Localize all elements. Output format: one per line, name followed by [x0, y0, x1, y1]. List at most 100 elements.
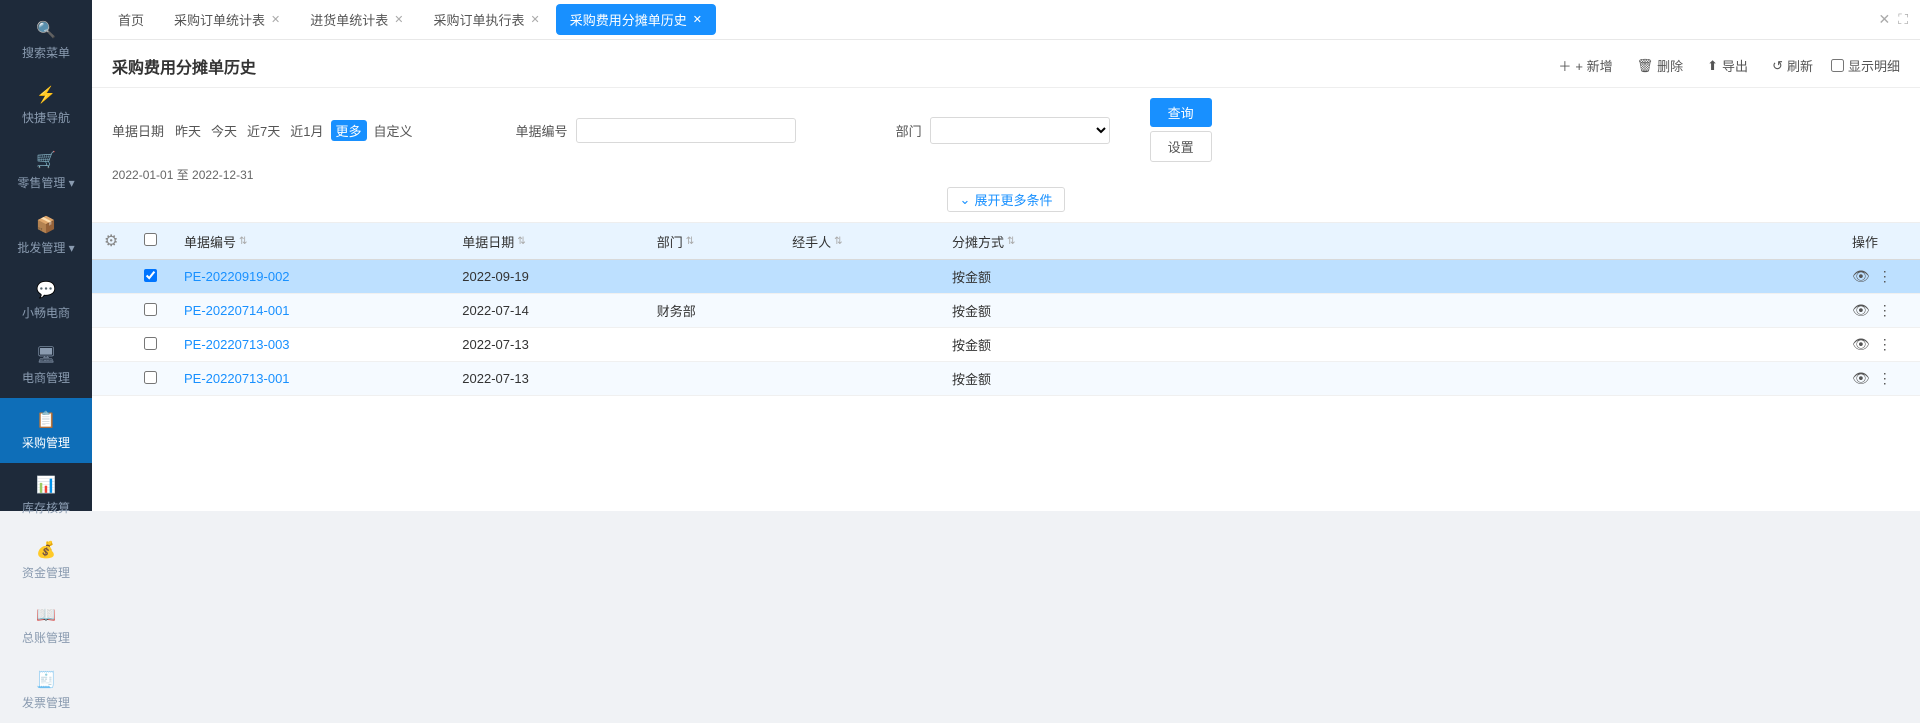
setting-button[interactable]: 设置 [1150, 131, 1212, 162]
dept-select[interactable] [930, 117, 1110, 144]
cell-checkbox-2[interactable] [132, 328, 172, 362]
shortcut-today[interactable]: 今天 [208, 120, 240, 141]
cell-setting-3 [92, 362, 132, 396]
doc-date-sort-icon: ⇅ [517, 236, 525, 247]
date-range-display: 2022-01-01 至 2022-12-31 [112, 166, 1900, 183]
more-op-icon-3[interactable]: ⋮ [1878, 370, 1892, 387]
sidebar-item-purchase[interactable]: 📋 采购管理 [0, 398, 92, 463]
show-cols-toggle[interactable]: 显示明细 [1831, 56, 1900, 75]
cell-doc-date-3: 2022-07-13 [450, 362, 644, 396]
th-split-method[interactable]: 分摊方式 ⇅ [940, 223, 1840, 260]
cell-dept-2 [645, 328, 780, 362]
table-container: ⚙ 单据编号 ⇅ 单据日期 ⇅ [92, 223, 1920, 511]
th-doc-num[interactable]: 单据编号 ⇅ [172, 223, 450, 260]
doc-num-input[interactable] [576, 118, 796, 143]
expand-icon: ⌄ [960, 192, 971, 208]
refresh-button[interactable]: ↺ 刷新 [1766, 52, 1819, 79]
export-button[interactable]: ⬆ 导出 [1701, 52, 1754, 79]
view-op-icon-0[interactable]: 👁 [1852, 268, 1870, 285]
th-checkbox [132, 223, 172, 260]
table-body: PE-20220919-002 2022-09-19 按金额 👁 ⋮ PE-20… [92, 260, 1920, 396]
close-tab-inbound-stats-icon[interactable]: ✕ [394, 13, 403, 26]
doc-num-link-2[interactable]: PE-20220713-003 [184, 337, 290, 352]
th-ops-label: 操作 [1852, 235, 1878, 250]
tab-purchase-cost-history[interactable]: 采购费用分摊单历史 ✕ [556, 4, 716, 35]
row-checkbox-2[interactable] [144, 337, 157, 350]
finance-icon: 💰 [4, 540, 88, 560]
row-checkbox-0[interactable] [144, 269, 157, 282]
expand-row: ⌄ 展开更多条件 [112, 183, 1900, 216]
row-checkbox-3[interactable] [144, 371, 157, 384]
maximize-icon[interactable]: ⛶ [1898, 11, 1908, 28]
view-op-icon-2[interactable]: 👁 [1852, 336, 1870, 353]
date-shortcuts: 昨天 今天 近7天 近1月 更多 自定义 [172, 120, 416, 141]
th-handler[interactable]: 经手人 ⇅ [780, 223, 940, 260]
cell-dept-3 [645, 362, 780, 396]
page-title: 采购费用分摊单历史 [112, 54, 256, 78]
cell-doc-num-3: PE-20220713-001 [172, 362, 450, 396]
expand-conditions-button[interactable]: ⌄ 展开更多条件 [947, 187, 1066, 212]
cell-split-method-3: 按金额 [940, 362, 1840, 396]
header-actions: ＋ + 新增 🗑 删除 ⬆ 导出 ↺ 刷新 显示明细 [1552, 52, 1900, 79]
sidebar-item-inventory[interactable]: 📊 库存核算 [0, 463, 92, 528]
sidebar-item-ecommerce[interactable]: 🖥 电商管理 [0, 333, 92, 398]
filter-dept: 部门 [896, 117, 1110, 144]
row-checkbox-1[interactable] [144, 303, 157, 316]
view-op-icon-1[interactable]: 👁 [1852, 302, 1870, 319]
select-all-checkbox[interactable] [144, 233, 157, 246]
cell-checkbox-3[interactable] [132, 362, 172, 396]
cell-checkbox-1[interactable] [132, 294, 172, 328]
cell-setting-2 [92, 328, 132, 362]
close-tab-purchase-cost-history-icon[interactable]: ✕ [693, 13, 702, 26]
column-setting-icon[interactable]: ⚙ [104, 233, 118, 250]
main-content: 首页 采购订单统计表 ✕ 进货单统计表 ✕ 采购订单执行表 ✕ 采购费用分摊单历… [92, 0, 1920, 511]
sidebar-item-wholesale[interactable]: 📦 批发管理 ▾ [0, 203, 92, 268]
shortcut-7days[interactable]: 近7天 [244, 120, 283, 141]
cell-checkbox-0[interactable] [132, 260, 172, 294]
shortcut-more[interactable]: 更多 [331, 120, 367, 141]
cell-handler-0 [780, 260, 940, 294]
shortcut-1month[interactable]: 近1月 [287, 120, 326, 141]
doc-num-link-1[interactable]: PE-20220714-001 [184, 303, 290, 318]
th-doc-date[interactable]: 单据日期 ⇅ [450, 223, 644, 260]
query-button[interactable]: 查询 [1150, 98, 1212, 127]
sidebar-item-search[interactable]: 🔍 搜索菜单 [0, 8, 92, 73]
table-row: PE-20220713-001 2022-07-13 按金额 👁 ⋮ [92, 362, 1920, 396]
wholesale-icon: 📦 [4, 215, 88, 235]
th-dept-label: 部门 [657, 232, 683, 251]
cell-split-method-0: 按金额 [940, 260, 1840, 294]
minimize-icon[interactable]: ✕ [1878, 11, 1890, 28]
view-op-icon-3[interactable]: 👁 [1852, 370, 1870, 387]
th-setting[interactable]: ⚙ [92, 223, 132, 260]
close-tab-purchase-order-stats-icon[interactable]: ✕ [271, 13, 280, 26]
more-op-icon-0[interactable]: ⋮ [1878, 268, 1892, 285]
sidebar-item-invoice[interactable]: 🧾 发票管理 [0, 658, 92, 723]
add-button[interactable]: ＋ + 新增 [1552, 52, 1618, 79]
tab-purchase-order-stats[interactable]: 采购订单统计表 ✕ [160, 4, 294, 35]
date-filter-label: 单据日期 [112, 121, 164, 140]
cell-split-method-2: 按金额 [940, 328, 1840, 362]
data-table: ⚙ 单据编号 ⇅ 单据日期 ⇅ [92, 223, 1920, 396]
sidebar-item-quick-nav[interactable]: ⚡ 快捷导航 [0, 73, 92, 138]
sidebar-item-retail[interactable]: 🛒 零售管理 ▾ [0, 138, 92, 203]
th-dept[interactable]: 部门 ⇅ [645, 223, 780, 260]
show-cols-checkbox[interactable] [1831, 59, 1844, 72]
doc-num-link-0[interactable]: PE-20220919-002 [184, 269, 290, 284]
more-op-icon-1[interactable]: ⋮ [1878, 302, 1892, 319]
more-op-icon-2[interactable]: ⋮ [1878, 336, 1892, 353]
sidebar-item-wechat[interactable]: 💬 小畅电商 [0, 268, 92, 333]
table-row: PE-20220713-003 2022-07-13 按金额 👁 ⋮ [92, 328, 1920, 362]
cell-handler-3 [780, 362, 940, 396]
sidebar-item-finance[interactable]: 💰 资金管理 [0, 528, 92, 593]
tab-purchase-exec[interactable]: 采购订单执行表 ✕ [419, 4, 553, 35]
delete-button[interactable]: 🗑 删除 [1631, 52, 1690, 79]
doc-num-link-3[interactable]: PE-20220713-001 [184, 371, 290, 386]
tab-home[interactable]: 首页 [104, 4, 158, 35]
th-ops: 操作 [1840, 223, 1920, 260]
tab-inbound-stats[interactable]: 进货单统计表 ✕ [296, 4, 417, 35]
close-tab-purchase-exec-icon[interactable]: ✕ [531, 13, 540, 26]
shortcut-custom[interactable]: 自定义 [371, 120, 416, 141]
shortcut-yesterday[interactable]: 昨天 [172, 120, 204, 141]
filter-area: 单据日期 昨天 今天 近7天 近1月 更多 自定义 单据编号 部门 [92, 88, 1920, 223]
sidebar-item-ledger[interactable]: 📖 总账管理 [0, 593, 92, 658]
